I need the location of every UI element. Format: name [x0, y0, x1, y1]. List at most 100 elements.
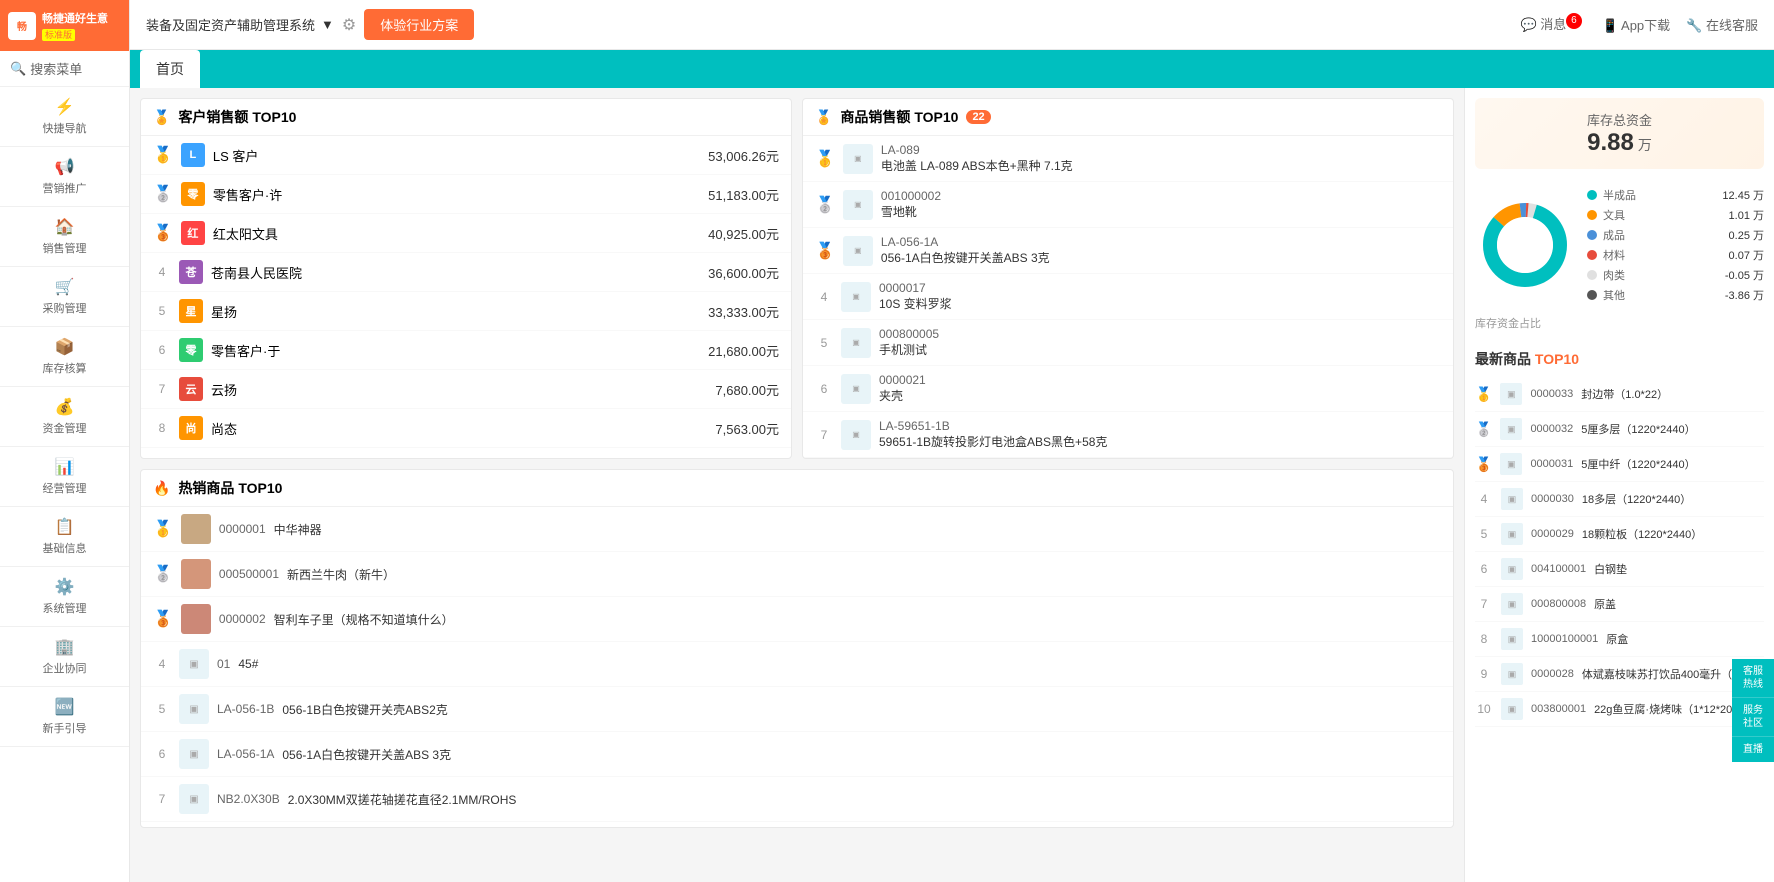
legend-dot — [1587, 190, 1597, 200]
rank-number: 5 — [153, 304, 171, 318]
sidebar-item-guide[interactable]: 🆕 新手引导 — [0, 687, 129, 747]
sidebar-item-marketing[interactable]: 📢 营销推广 — [0, 147, 129, 207]
product-code: 004100001 — [1531, 563, 1586, 575]
product-sales-row: 6 ▣ 0000021 夹壳 — [803, 366, 1453, 412]
legend-item: 肉类 -0.05 万 — [1587, 267, 1764, 283]
product-code: 0000028 — [1531, 668, 1574, 680]
customer-top10-card: 🏅 客户销售额 TOP10 🥇 L LS 客户 53,006.26元 🥈 零 零… — [140, 98, 792, 459]
product-code: 000800005 — [879, 327, 939, 341]
product-name: 手机测试 — [879, 341, 939, 358]
new-product-row: 8 ▣ 10000100001 原盒 — [1475, 622, 1764, 657]
customer-name: 苍南县人民医院 — [211, 263, 700, 282]
customer-row: 5 星 星扬 33,333.00元 — [141, 292, 791, 331]
rank-number: 5 — [815, 336, 833, 350]
product-name: 10S 变料罗浆 — [879, 295, 952, 312]
product-name: 5厘多层（1220*2440） — [1581, 421, 1764, 437]
sidebar-item-sales[interactable]: 🏠 销售管理 — [0, 207, 129, 267]
nav-icon: ⚙️ — [55, 577, 75, 597]
rank-number: 4 — [153, 657, 171, 671]
nav-icon: 📊 — [55, 457, 75, 477]
product-code: 0000031 — [1530, 458, 1573, 470]
product-thumbnail: ▣ — [1501, 523, 1523, 545]
sidebar-item-basics[interactable]: 📋 基础信息 — [0, 507, 129, 567]
float-service-community[interactable]: 服务社区 — [1732, 698, 1774, 737]
sidebar-item-purchase[interactable]: 🛒 采购管理 — [0, 267, 129, 327]
product-code: LA-056-1A — [881, 235, 1050, 249]
nav-icon: 🛒 — [55, 277, 75, 297]
message-button[interactable]: 💬 消息 6 — [1520, 14, 1585, 35]
customer-amount: 33,333.00元 — [708, 302, 779, 321]
rank-medal-icon: 🥉 — [153, 609, 173, 629]
tab-home[interactable]: 首页 — [140, 50, 200, 88]
product-name: 电池盖 LA-089 ABS本色+黑种 7.1克 — [881, 157, 1073, 174]
product-sales-top10-header: 🏅 商品销售额 TOP10 22 — [803, 99, 1453, 136]
inventory-summary: 库存总资金 9.88 万 — [1475, 98, 1764, 169]
hot-product-row: 7 ▣ NB2.0X30B 2.0X30MM双搓花轴搓花直径2.1MM/ROHS — [141, 777, 1453, 822]
product-name: 59651-1B旋转投影灯电池盒ABS黑色+58克 — [879, 433, 1107, 450]
hot-products-title: 热销商品 TOP10 — [178, 478, 282, 498]
sidebar-item-finance[interactable]: 💰 资金管理 — [0, 387, 129, 447]
float-service-live[interactable]: 直播 — [1732, 737, 1774, 762]
nav-label: 营销推广 — [43, 180, 87, 196]
customer-name: 云扬 — [211, 380, 707, 399]
chart-caption: 库存资金占比 — [1475, 311, 1764, 341]
customer-avatar: 尚 — [179, 416, 203, 440]
product-code: 000500001 — [219, 567, 279, 581]
product-name: 白钢垫 — [1594, 561, 1764, 577]
logo-badge: 标准版 — [42, 29, 75, 41]
legend-label: 肉类 — [1603, 267, 1719, 283]
rank-number: 8 — [153, 421, 171, 435]
app-download-button[interactable]: 📱 App下载 — [1602, 15, 1670, 34]
rank-number: 5 — [1475, 527, 1493, 541]
system-selector[interactable]: 装备及固定资产辅助管理系统 ▼ — [146, 15, 334, 34]
online-service-button[interactable]: 🔧 在线客服 — [1686, 15, 1758, 34]
product-code: 0000021 — [879, 373, 926, 387]
nav-icon: 💰 — [55, 397, 75, 417]
sidebar-item-operations[interactable]: 📊 经营管理 — [0, 447, 129, 507]
customer-name: LS 客户 — [213, 146, 700, 165]
trial-button[interactable]: 体验行业方案 — [364, 9, 474, 40]
product-code: LA-056-1B — [217, 702, 274, 716]
logo-icon: 畅 — [8, 12, 36, 40]
legend-item: 成品 0.25 万 — [1587, 227, 1764, 243]
message-badge: 6 — [1566, 13, 1582, 29]
product-code: NB2.0X30B — [217, 792, 280, 806]
rank-number: 4 — [815, 290, 833, 304]
product-name: 封边带（1.0*22） — [1581, 386, 1764, 402]
rank-medal-icon: 🥇 — [1475, 386, 1492, 403]
rank-number: 7 — [153, 382, 171, 396]
float-service-hotline[interactable]: 客服热线 — [1732, 659, 1774, 698]
product-sales-list: 🥇 ▣ LA-089 电池盖 LA-089 ABS本色+黑种 7.1克 🥈 ▣ … — [803, 136, 1453, 458]
donut-chart — [1475, 195, 1575, 295]
top-row: 🏅 客户销售额 TOP10 🥇 L LS 客户 53,006.26元 🥈 零 零… — [140, 98, 1454, 459]
product-thumbnail: ▣ — [1501, 593, 1523, 615]
customer-row: 6 零 零售客户·于 21,680.00元 — [141, 331, 791, 370]
nav-icon: 📢 — [55, 157, 75, 177]
product-sales-row: 4 ▣ 0000017 10S 变料罗浆 — [803, 274, 1453, 320]
product-code: LA-056-1A — [217, 747, 274, 761]
product-name: 夹壳 — [879, 387, 926, 404]
legend-label: 其他 — [1603, 287, 1719, 303]
product-code: 0000033 — [1530, 388, 1573, 400]
search-menu[interactable]: 🔍 搜索菜单 — [0, 51, 129, 87]
product-code: 10000100001 — [1531, 633, 1598, 645]
sidebar-item-system[interactable]: ⚙️ 系统管理 — [0, 567, 129, 627]
nav-label: 快捷导航 — [43, 120, 87, 136]
legend-value: -0.05 万 — [1725, 267, 1764, 283]
product-name: 18颗粒板（1220*2440） — [1582, 526, 1764, 542]
new-product-row: 4 ▣ 0000030 18多层（1220*2440） — [1475, 482, 1764, 517]
product-sales-title: 商品销售额 TOP10 — [840, 107, 958, 127]
product-name: 45# — [238, 657, 258, 671]
sidebar-item-enterprise[interactable]: 🏢 企业协同 — [0, 627, 129, 687]
product-thumbnail: ▣ — [1500, 418, 1522, 440]
sidebar-item-inventory[interactable]: 📦 库存核算 — [0, 327, 129, 387]
new-product-row: 6 ▣ 004100001 白钢垫 — [1475, 552, 1764, 587]
customer-name: 零售客户·于 — [211, 341, 700, 360]
rank-medal-icon: 🥉 — [153, 223, 173, 243]
customer-amount: 7,563.00元 — [715, 419, 779, 438]
gear-icon[interactable]: ⚙ — [342, 15, 356, 35]
legend-value: 1.01 万 — [1729, 207, 1764, 223]
sidebar-item-quick-nav[interactable]: ⚡ 快捷导航 — [0, 87, 129, 147]
customer-list: 🥇 L LS 客户 53,006.26元 🥈 零 零售客户·许 51,183.0… — [141, 136, 791, 448]
customer-row: 🥈 零 零售客户·许 51,183.00元 — [141, 175, 791, 214]
